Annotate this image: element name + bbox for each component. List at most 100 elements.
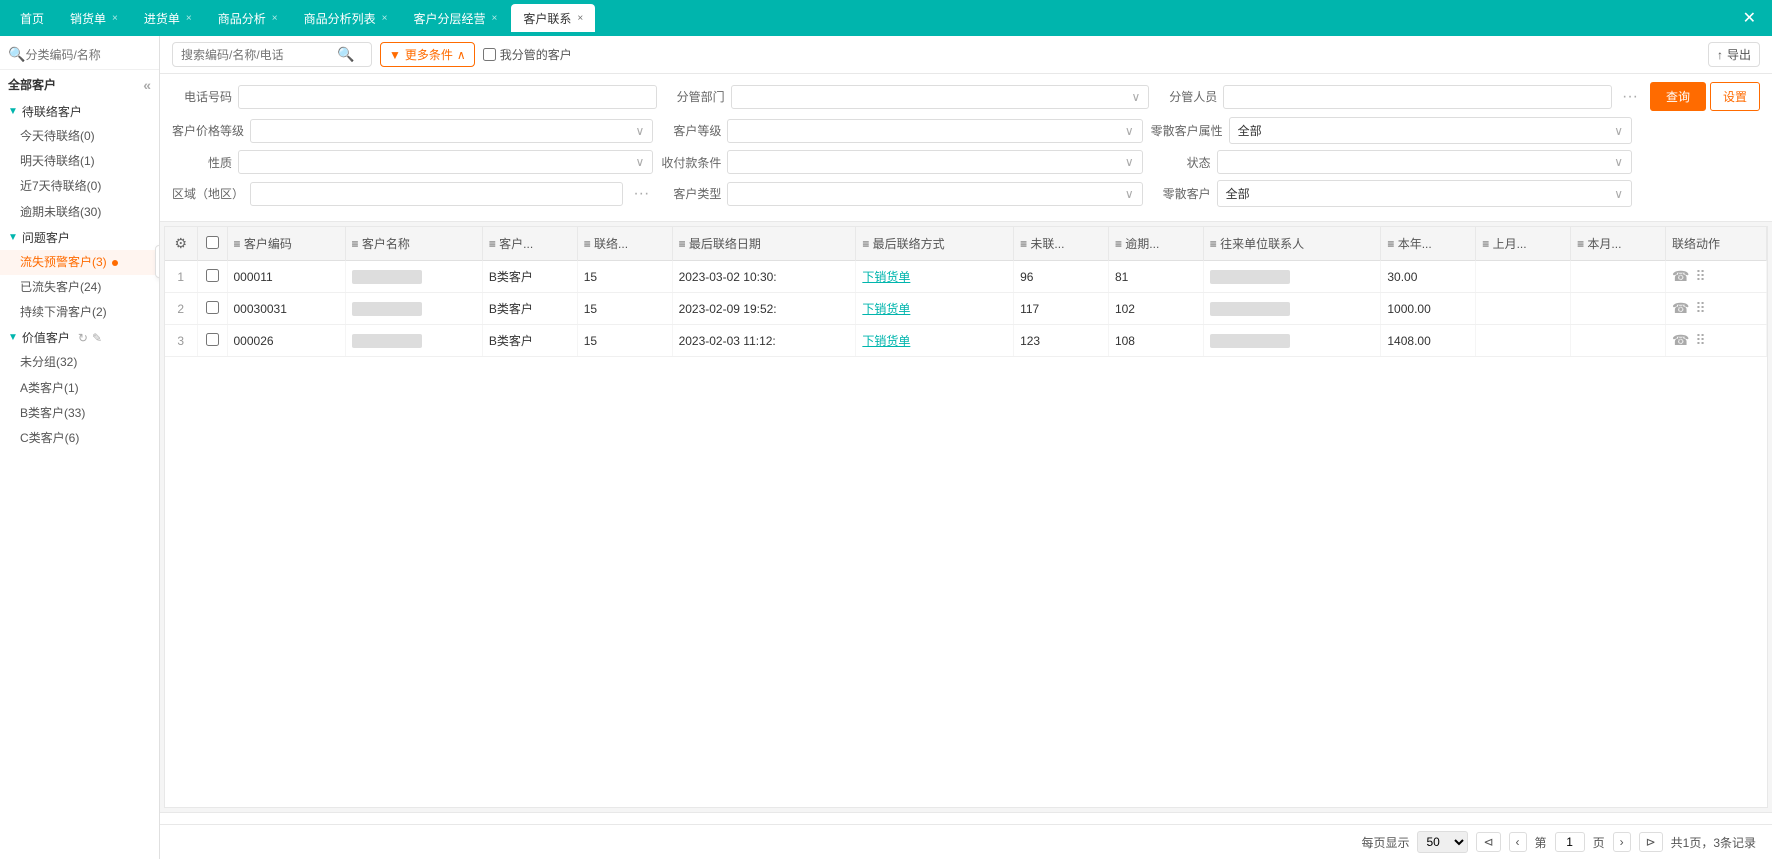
row-last-contact-method-2[interactable]: 下销货单 [856, 325, 1014, 357]
select-all-checkbox[interactable] [206, 236, 219, 249]
query-btn[interactable]: 查询 [1650, 82, 1706, 111]
th-last-contact-method[interactable]: ≡ 最后联络方式 [856, 227, 1014, 261]
th-this-year[interactable]: ≡ 本年... [1381, 227, 1476, 261]
row-checkbox-0[interactable] [197, 261, 227, 293]
contact-method-link-0[interactable]: 下销货单 [862, 270, 910, 284]
contact-method-link-2[interactable]: 下销货单 [862, 334, 910, 348]
action-contact-icon-1[interactable]: ☎ [1672, 300, 1689, 317]
value-group-settings-icon[interactable]: ✎ [92, 331, 102, 345]
th-name[interactable]: ≡ 客户名称 [345, 227, 482, 261]
row-checkbox-2[interactable] [197, 325, 227, 357]
th-last-month[interactable]: ≡ 上月... [1476, 227, 1571, 261]
triangle-icon-2: ▼ [8, 232, 18, 243]
row-last-contact-date-0: 2023-03-02 10:30: [672, 261, 856, 293]
status-select[interactable]: ∨ [1217, 150, 1632, 174]
customer-type-select[interactable]: ∨ [727, 182, 1142, 206]
action-contact-icon-0[interactable]: ☎ [1672, 268, 1689, 285]
close-sales-icon[interactable]: × [112, 13, 118, 24]
th-code[interactable]: ≡ 客户编码 [227, 227, 345, 261]
region-input[interactable] [250, 182, 623, 206]
next-page-btn[interactable]: › [1613, 832, 1631, 852]
close-product-analysis-icon[interactable]: × [272, 13, 278, 24]
sidebar-group-pending[interactable]: ▼ 待联络客户 [0, 99, 159, 124]
row-category-0: B类客户 [482, 261, 577, 293]
toolbar-right: ↑ 导出 [1708, 42, 1760, 67]
manager-input[interactable] [1223, 85, 1612, 109]
sidebar-group-value[interactable]: ▼ 价值客户 ↻ ✎ [0, 325, 159, 350]
retail-attr-select[interactable]: 全部 ∨ [1229, 117, 1632, 144]
row-last-contact-method-1[interactable]: 下销货单 [856, 293, 1014, 325]
toolbar-search-btn[interactable]: 🔍 [337, 46, 354, 63]
action-more-icon-2[interactable]: ⠿ [1695, 332, 1705, 349]
action-more-icon-1[interactable]: ⠿ [1695, 300, 1705, 317]
price-tier-label: 客户价格等级 [172, 122, 244, 139]
th-last-contact-date[interactable]: ≡ 最后联络日期 [672, 227, 856, 261]
sidebar-item-today-pending[interactable]: 今天待联络(0) [0, 124, 159, 149]
nav-tab-customer-contact[interactable]: 客户联系 × [511, 4, 595, 32]
th-overdue-days[interactable]: ≡ 逾期... [1108, 227, 1203, 261]
sidebar-item-7days-pending[interactable]: 近7天待联络(0) [0, 174, 159, 199]
scroll-area[interactable] [160, 812, 1772, 824]
filter-more-btn[interactable]: ▼ 更多条件 ∧ [380, 42, 475, 67]
nav-tab-product-analysis[interactable]: 商品分析 × [206, 4, 290, 32]
nav-tab-home[interactable]: 首页 [8, 4, 56, 32]
value-group-edit-icon[interactable]: ↻ [78, 331, 88, 345]
sidebar-item-a-class[interactable]: A类客户(1) [0, 376, 159, 401]
toolbar-search-input[interactable] [181, 48, 331, 62]
sidebar-collapse-btn[interactable]: « [143, 77, 151, 93]
manager-more-icon[interactable]: ··· [1618, 88, 1642, 106]
last-page-btn[interactable]: ⊳ [1639, 832, 1663, 852]
nav-tab-customer-tier[interactable]: 客户分层经营 × [401, 4, 509, 32]
row-last-contact-method-0[interactable]: 下销货单 [856, 261, 1014, 293]
payment-select[interactable]: ∨ [727, 150, 1142, 174]
contact-method-link-1[interactable]: 下销货单 [862, 302, 910, 316]
nav-tab-purchase[interactable]: 进货单 × [132, 4, 204, 32]
per-page-select[interactable]: 50 100 200 [1417, 831, 1468, 853]
my-customers-checkbox[interactable] [483, 48, 496, 61]
sidebar: 🔍 全部客户 « ▼ 待联络客户 今天待联络(0) 明天待联络(1) 近7天待联… [0, 36, 160, 859]
column-settings-icon[interactable]: ⚙ [174, 235, 187, 251]
price-tier-select[interactable]: ∨ [250, 119, 653, 143]
close-product-analysis-list-icon[interactable]: × [382, 13, 388, 24]
th-contact[interactable]: ≡ 联络... [577, 227, 672, 261]
row-checkbox-1[interactable] [197, 293, 227, 325]
sidebar-search-input[interactable] [25, 48, 160, 62]
prev-page-btn[interactable]: ‹ [1509, 832, 1527, 852]
payment-chevron-icon: ∨ [1125, 155, 1134, 169]
nav-tab-product-analysis-list[interactable]: 商品分析列表 × [292, 4, 400, 32]
settings-btn[interactable]: 设置 [1710, 82, 1760, 111]
table-header: ⚙ ≡ 客户编码 ≡ 客户名称 ≡ 客户... [165, 227, 1767, 261]
retail-customer-select[interactable]: 全部 ∨ [1217, 180, 1632, 207]
phone-input[interactable] [238, 85, 657, 109]
close-customer-contact-icon[interactable]: × [577, 13, 583, 24]
page-number-input[interactable] [1555, 832, 1585, 852]
action-more-icon-0[interactable]: ⠿ [1695, 268, 1705, 285]
close-customer-tier-icon[interactable]: × [491, 13, 497, 24]
sidebar-item-ungroup[interactable]: 未分组(32) [0, 350, 159, 375]
sidebar-group-problem[interactable]: ▼ 问题客户 [0, 225, 159, 250]
th-category[interactable]: ≡ 客户... [482, 227, 577, 261]
close-all-icon[interactable]: ✕ [1735, 4, 1764, 32]
dept-select[interactable]: ∨ [731, 85, 1150, 109]
sidebar-item-overdue-pending[interactable]: 逾期未联络(30) [0, 200, 159, 225]
th-settings[interactable]: ⚙ [165, 227, 197, 261]
nature-select[interactable]: ∨ [238, 150, 653, 174]
first-page-btn[interactable]: ⊲ [1476, 832, 1500, 852]
sidebar-item-b-class[interactable]: B类客户(33) [0, 401, 159, 426]
export-btn[interactable]: ↑ 导出 [1708, 42, 1760, 67]
customer-tier-select[interactable]: ∨ [727, 119, 1142, 143]
nav-tab-sales[interactable]: 销货单 × [58, 4, 130, 32]
sidebar-item-c-class[interactable]: C类客户(6) [0, 426, 159, 451]
th-contact-person[interactable]: ≡ 往来单位联系人 [1203, 227, 1381, 261]
sidebar-item-tomorrow-pending[interactable]: 明天待联络(1) [0, 149, 159, 174]
th-this-month[interactable]: ≡ 本月... [1571, 227, 1666, 261]
th-last-contact-method-label: ≡ 最后联络方式 [862, 237, 944, 251]
sidebar-item-churn-warning[interactable]: 流失预警客户(3) 90天未交易的客户，可能有流失风险。 [0, 250, 159, 275]
sidebar-item-churned[interactable]: 已流失客户(24) [0, 275, 159, 300]
region-more-icon[interactable]: ··· [629, 185, 653, 203]
action-contact-icon-2[interactable]: ☎ [1672, 332, 1689, 349]
my-customers-checkbox-container[interactable]: 我分管的客户 [483, 46, 572, 63]
close-purchase-icon[interactable]: × [186, 13, 192, 24]
th-unlink-days[interactable]: ≡ 未联... [1014, 227, 1109, 261]
sidebar-item-declining[interactable]: 持续下滑客户(2) [0, 300, 159, 325]
